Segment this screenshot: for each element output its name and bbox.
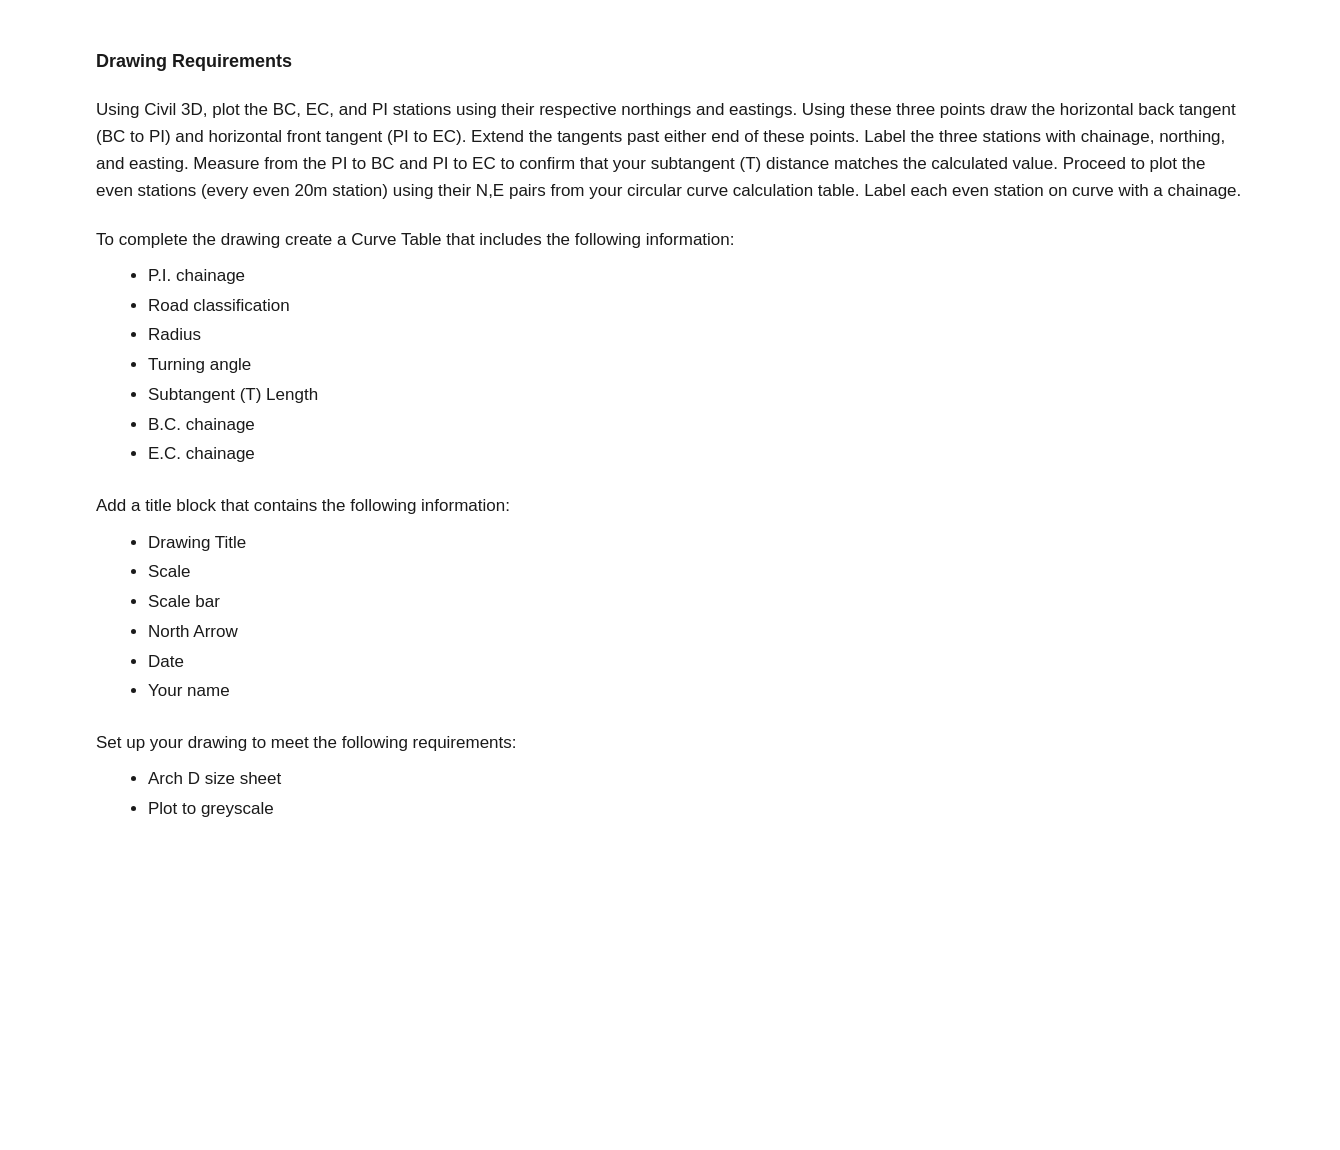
list-item: Scale bar — [148, 587, 1244, 617]
list-item: B.C. chainage — [148, 410, 1244, 440]
curve-table-list: P.I. chainage Road classification Radius… — [148, 261, 1244, 469]
list-item: Arch D size sheet — [148, 764, 1244, 794]
list-item: Your name — [148, 676, 1244, 706]
list-item: E.C. chainage — [148, 439, 1244, 469]
list-item: Scale — [148, 557, 1244, 587]
title-block-list: Drawing Title Scale Scale bar North Arro… — [148, 528, 1244, 707]
intro-paragraph: Using Civil 3D, plot the BC, EC, and PI … — [96, 96, 1244, 205]
list-item: Date — [148, 647, 1244, 677]
list-item: Drawing Title — [148, 528, 1244, 558]
list-item: Radius — [148, 320, 1244, 350]
list-item: Subtangent (T) Length — [148, 380, 1244, 410]
drawing-setup-list: Arch D size sheet Plot to greyscale — [148, 764, 1244, 824]
list-item: North Arrow — [148, 617, 1244, 647]
title-block-intro: Add a title block that contains the foll… — [96, 493, 1244, 519]
drawing-setup-intro: Set up your drawing to meet the followin… — [96, 730, 1244, 756]
list-item: Turning angle — [148, 350, 1244, 380]
list-item: Road classification — [148, 291, 1244, 321]
page-heading: Drawing Requirements — [96, 48, 1244, 76]
curve-table-intro: To complete the drawing create a Curve T… — [96, 227, 1244, 253]
list-item: P.I. chainage — [148, 261, 1244, 291]
list-item: Plot to greyscale — [148, 794, 1244, 824]
